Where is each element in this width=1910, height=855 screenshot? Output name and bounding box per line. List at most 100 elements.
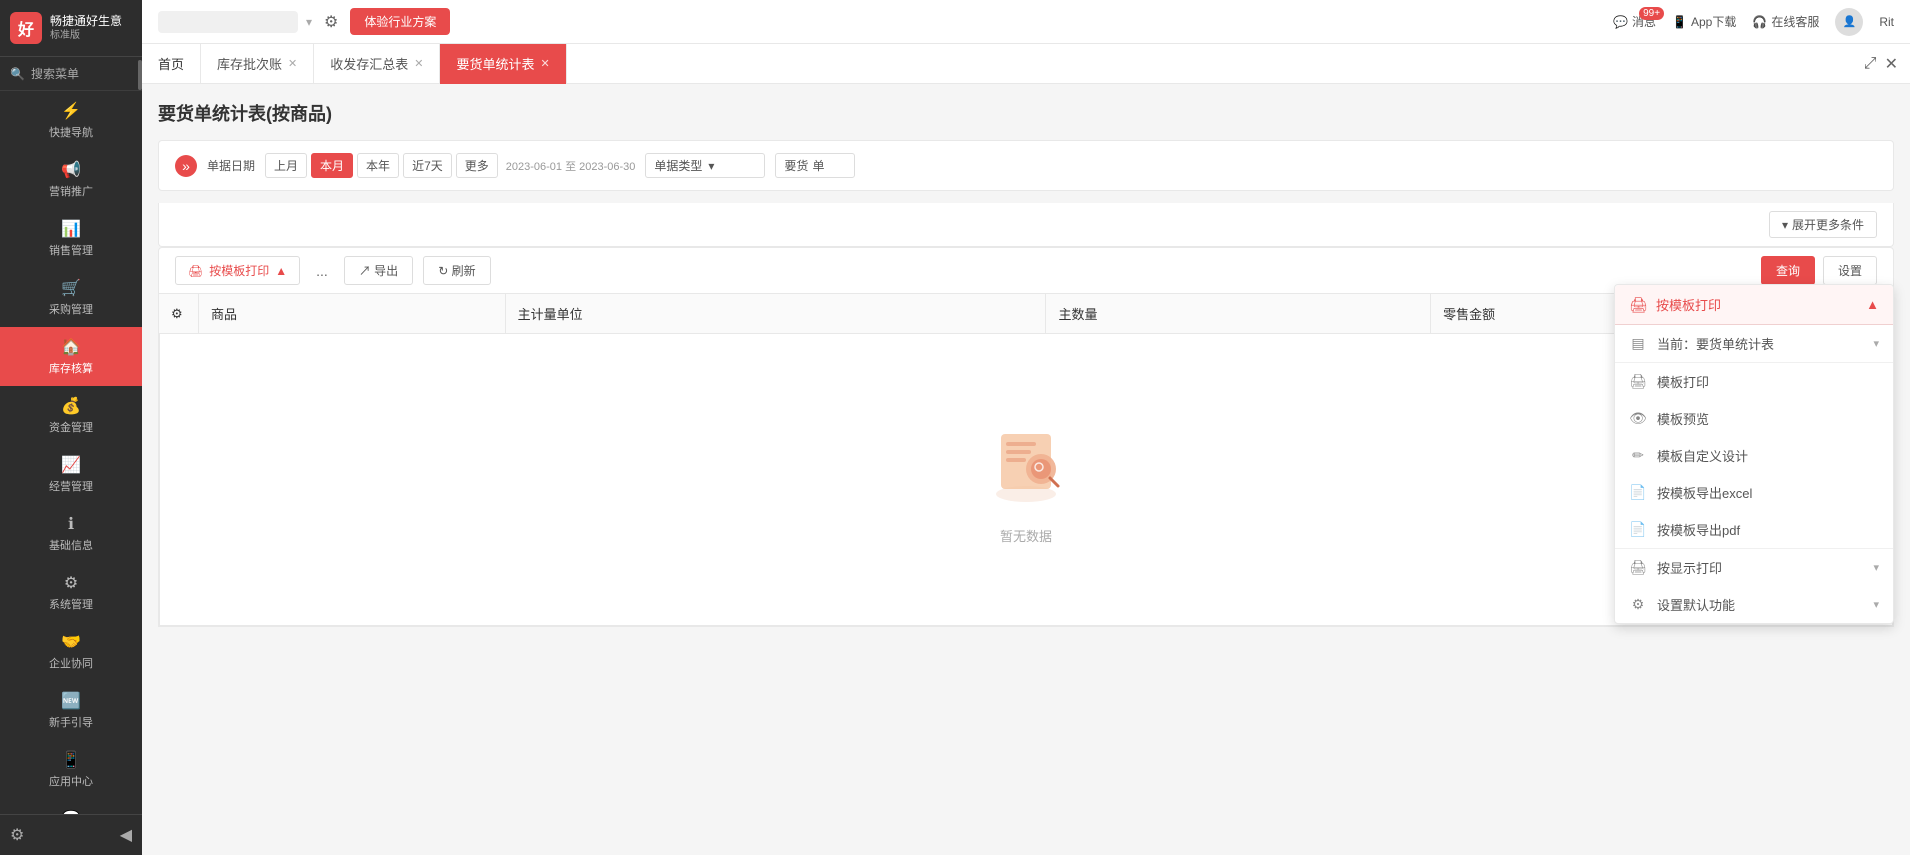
export-btn[interactable]: ↗ 导出 [344, 256, 413, 285]
sidebar-logo: 好 畅捷通好生意 标准版 [0, 0, 142, 57]
dropdown-item-template-custom[interactable]: ✏ 模板自定义设计 [1615, 437, 1893, 474]
operations-label: 经营管理 [49, 478, 93, 494]
expand-label: 展开更多条件 [1792, 216, 1864, 233]
appstore-label: 应用中心 [49, 773, 93, 789]
dropdown-item-current[interactable]: ▤ 当前：要货单统计表 ▾ [1615, 325, 1893, 362]
sidebar-item-wechat[interactable]: 💬 企业微信 [0, 799, 142, 814]
tab-home[interactable]: 首页 [142, 44, 201, 84]
display-print-icon: 🖨 [1629, 559, 1647, 576]
settings-icon[interactable]: ⚙ [10, 825, 24, 845]
settings-btn[interactable]: 设置 [1823, 256, 1877, 285]
expand-icon: ▾ [1782, 218, 1788, 232]
sidebar-item-finance[interactable]: 💰 资金管理 [0, 386, 142, 445]
search-icon: 🔍 [10, 67, 25, 81]
online-service-btn[interactable]: 🎧 在线客服 [1752, 13, 1819, 30]
tab-inventory-batch[interactable]: 库存批次账 ✕ [201, 44, 314, 84]
sidebar-item-guide[interactable]: 🆕 新手引导 [0, 681, 142, 740]
tab-collection-summary[interactable]: 收发存汇总表 ✕ [314, 44, 440, 84]
date-btn-last-7[interactable]: 近7天 [403, 153, 452, 178]
sidebar-item-operations[interactable]: 📈 经营管理 [0, 445, 142, 504]
tab-collection-summary-close[interactable]: ✕ [414, 57, 423, 70]
app-download-icon: 📱 [1672, 15, 1687, 29]
tab-collection-summary-label: 收发存汇总表 [330, 54, 408, 73]
sidebar-item-base[interactable]: ℹ 基础信息 [0, 504, 142, 563]
date-options-group: 上月 本月 本年 近7天 更多 2023-06-01 至 2023-06-30 [265, 153, 635, 178]
sidebar-item-collab[interactable]: 🤝 企业协同 [0, 622, 142, 681]
topbar-chevron-icon[interactable]: ▾ [306, 15, 312, 29]
printer-icon: 🖨 [188, 264, 203, 278]
dropdown-printer-icon: 🖨 [1629, 296, 1648, 314]
tab-order-summary[interactable]: 要货单统计表 ✕ [440, 44, 566, 84]
template-preview-icon: 👁 [1629, 410, 1647, 427]
date-btn-this-month[interactable]: 本月 [311, 153, 353, 178]
date-btn-more[interactable]: 更多 [456, 153, 498, 178]
sidebar-item-sales[interactable]: 📊 销售管理 [0, 209, 142, 268]
message-btn[interactable]: 💬 消息 99+ [1613, 13, 1656, 30]
sidebar-item-marketing[interactable]: 📢 营销推广 [0, 150, 142, 209]
refresh-btn[interactable]: ↻ 刷新 [423, 256, 490, 285]
logo-text: 畅捷通好生意 标准版 [50, 13, 122, 44]
dropdown-collapse-icon[interactable]: ▲ [1866, 297, 1879, 312]
tab-order-summary-close[interactable]: ✕ [541, 57, 550, 70]
order-type-placeholder: 单据类型 [654, 157, 702, 174]
sidebar-bottom: ⚙ ◀ [0, 814, 142, 855]
sidebar-item-quick-nav[interactable]: ⚡ 快捷导航 [0, 91, 142, 150]
topbar-search-input[interactable] [158, 11, 298, 33]
dropdown-item-template-preview[interactable]: 👁 模板预览 [1615, 400, 1893, 437]
yaohuodan-label: 要货 [784, 157, 808, 174]
date-filter-label: 单据日期 [207, 157, 255, 174]
template-print-icon: 🖨 [1629, 373, 1647, 390]
tabs-close-icon[interactable]: ✕ [1885, 54, 1898, 74]
print-chevron-up-icon: ▲ [275, 264, 287, 278]
more-options-btn[interactable]: ... [310, 260, 334, 282]
dropdown-item-template-excel[interactable]: 📄 按模板导出excel [1615, 474, 1893, 511]
page-content: 要货单统计表(按商品) » 单据日期 上月 本月 本年 近7天 更多 2023-… [142, 84, 1910, 855]
export-icon: ↗ [359, 264, 371, 278]
date-btn-last-month[interactable]: 上月 [265, 153, 307, 178]
sidebar-item-appstore[interactable]: 📱 应用中心 [0, 740, 142, 799]
trial-btn[interactable]: 体验行业方案 [350, 8, 450, 35]
expand-more-btn[interactable]: ▾ 展开更多条件 [1769, 211, 1877, 238]
col-product: 商品 [199, 294, 506, 334]
sidebar-item-system[interactable]: ⚙ 系统管理 [0, 563, 142, 622]
toggle-sidebar-icon[interactable]: ◀ [120, 825, 132, 845]
current-chevron-icon: ▾ [1873, 337, 1879, 350]
set-default-label: 设置默认功能 [1657, 595, 1735, 614]
dropdown-item-template-print[interactable]: 🖨 模板打印 [1615, 363, 1893, 400]
topbar-gear-icon[interactable]: ⚙ [324, 12, 338, 32]
collab-icon: 🤝 [61, 632, 81, 652]
avatar[interactable]: 👤 [1835, 8, 1863, 36]
tab-inventory-batch-close[interactable]: ✕ [288, 57, 297, 70]
print-template-btn[interactable]: 🖨 按模板打印 ▲ [175, 256, 300, 285]
refresh-icon: ↻ [438, 264, 448, 278]
order-type-select[interactable]: 单据类型 ▾ [645, 153, 765, 178]
inventory-icon: 🏠 [61, 337, 81, 357]
user-name: Rit [1879, 15, 1894, 29]
dropdown-item-set-default[interactable]: ⚙ 设置默认功能 ▾ [1615, 586, 1893, 623]
date-btn-this-year[interactable]: 本年 [357, 153, 399, 178]
dropdown-item-template-pdf[interactable]: 📄 按模板导出pdf [1615, 511, 1893, 548]
col-settings[interactable]: ⚙ [159, 294, 199, 334]
quick-nav-icon: ⚡ [61, 101, 81, 121]
app-download-btn[interactable]: 📱 App下载 [1672, 13, 1736, 30]
col-unit: 主计量单位 [505, 294, 1046, 334]
dropdown-item-display-print[interactable]: 🖨 按显示打印 ▾ [1615, 549, 1893, 586]
empty-text: 暂无数据 [1000, 526, 1052, 545]
sidebar-item-inventory[interactable]: 🏠 库存核算 [0, 327, 142, 386]
display-print-label: 按显示打印 [1657, 558, 1722, 577]
sidebar-item-purchase[interactable]: 🛒 采购管理 [0, 268, 142, 327]
template-pdf-label: 按模板导出pdf [1657, 520, 1740, 539]
query-btn[interactable]: 查询 [1761, 256, 1815, 285]
order-type-chevron-icon: ▾ [708, 159, 756, 173]
sales-label: 销售管理 [49, 242, 93, 258]
app-download-label: App下载 [1691, 13, 1736, 30]
search-menu[interactable]: 🔍 搜索菜单 [0, 57, 142, 91]
system-label: 系统管理 [49, 596, 93, 612]
guide-icon: 🆕 [61, 691, 81, 711]
filter-expand-btn[interactable]: » [175, 155, 197, 177]
logo-icon: 好 [10, 12, 42, 44]
tabs-maximize-icon[interactable]: ⤢ [1864, 55, 1877, 73]
empty-icon [976, 414, 1076, 514]
topbar-right: 💬 消息 99+ 📱 App下载 🎧 在线客服 👤 Rit [1613, 8, 1894, 36]
collab-label: 企业协同 [49, 655, 93, 671]
